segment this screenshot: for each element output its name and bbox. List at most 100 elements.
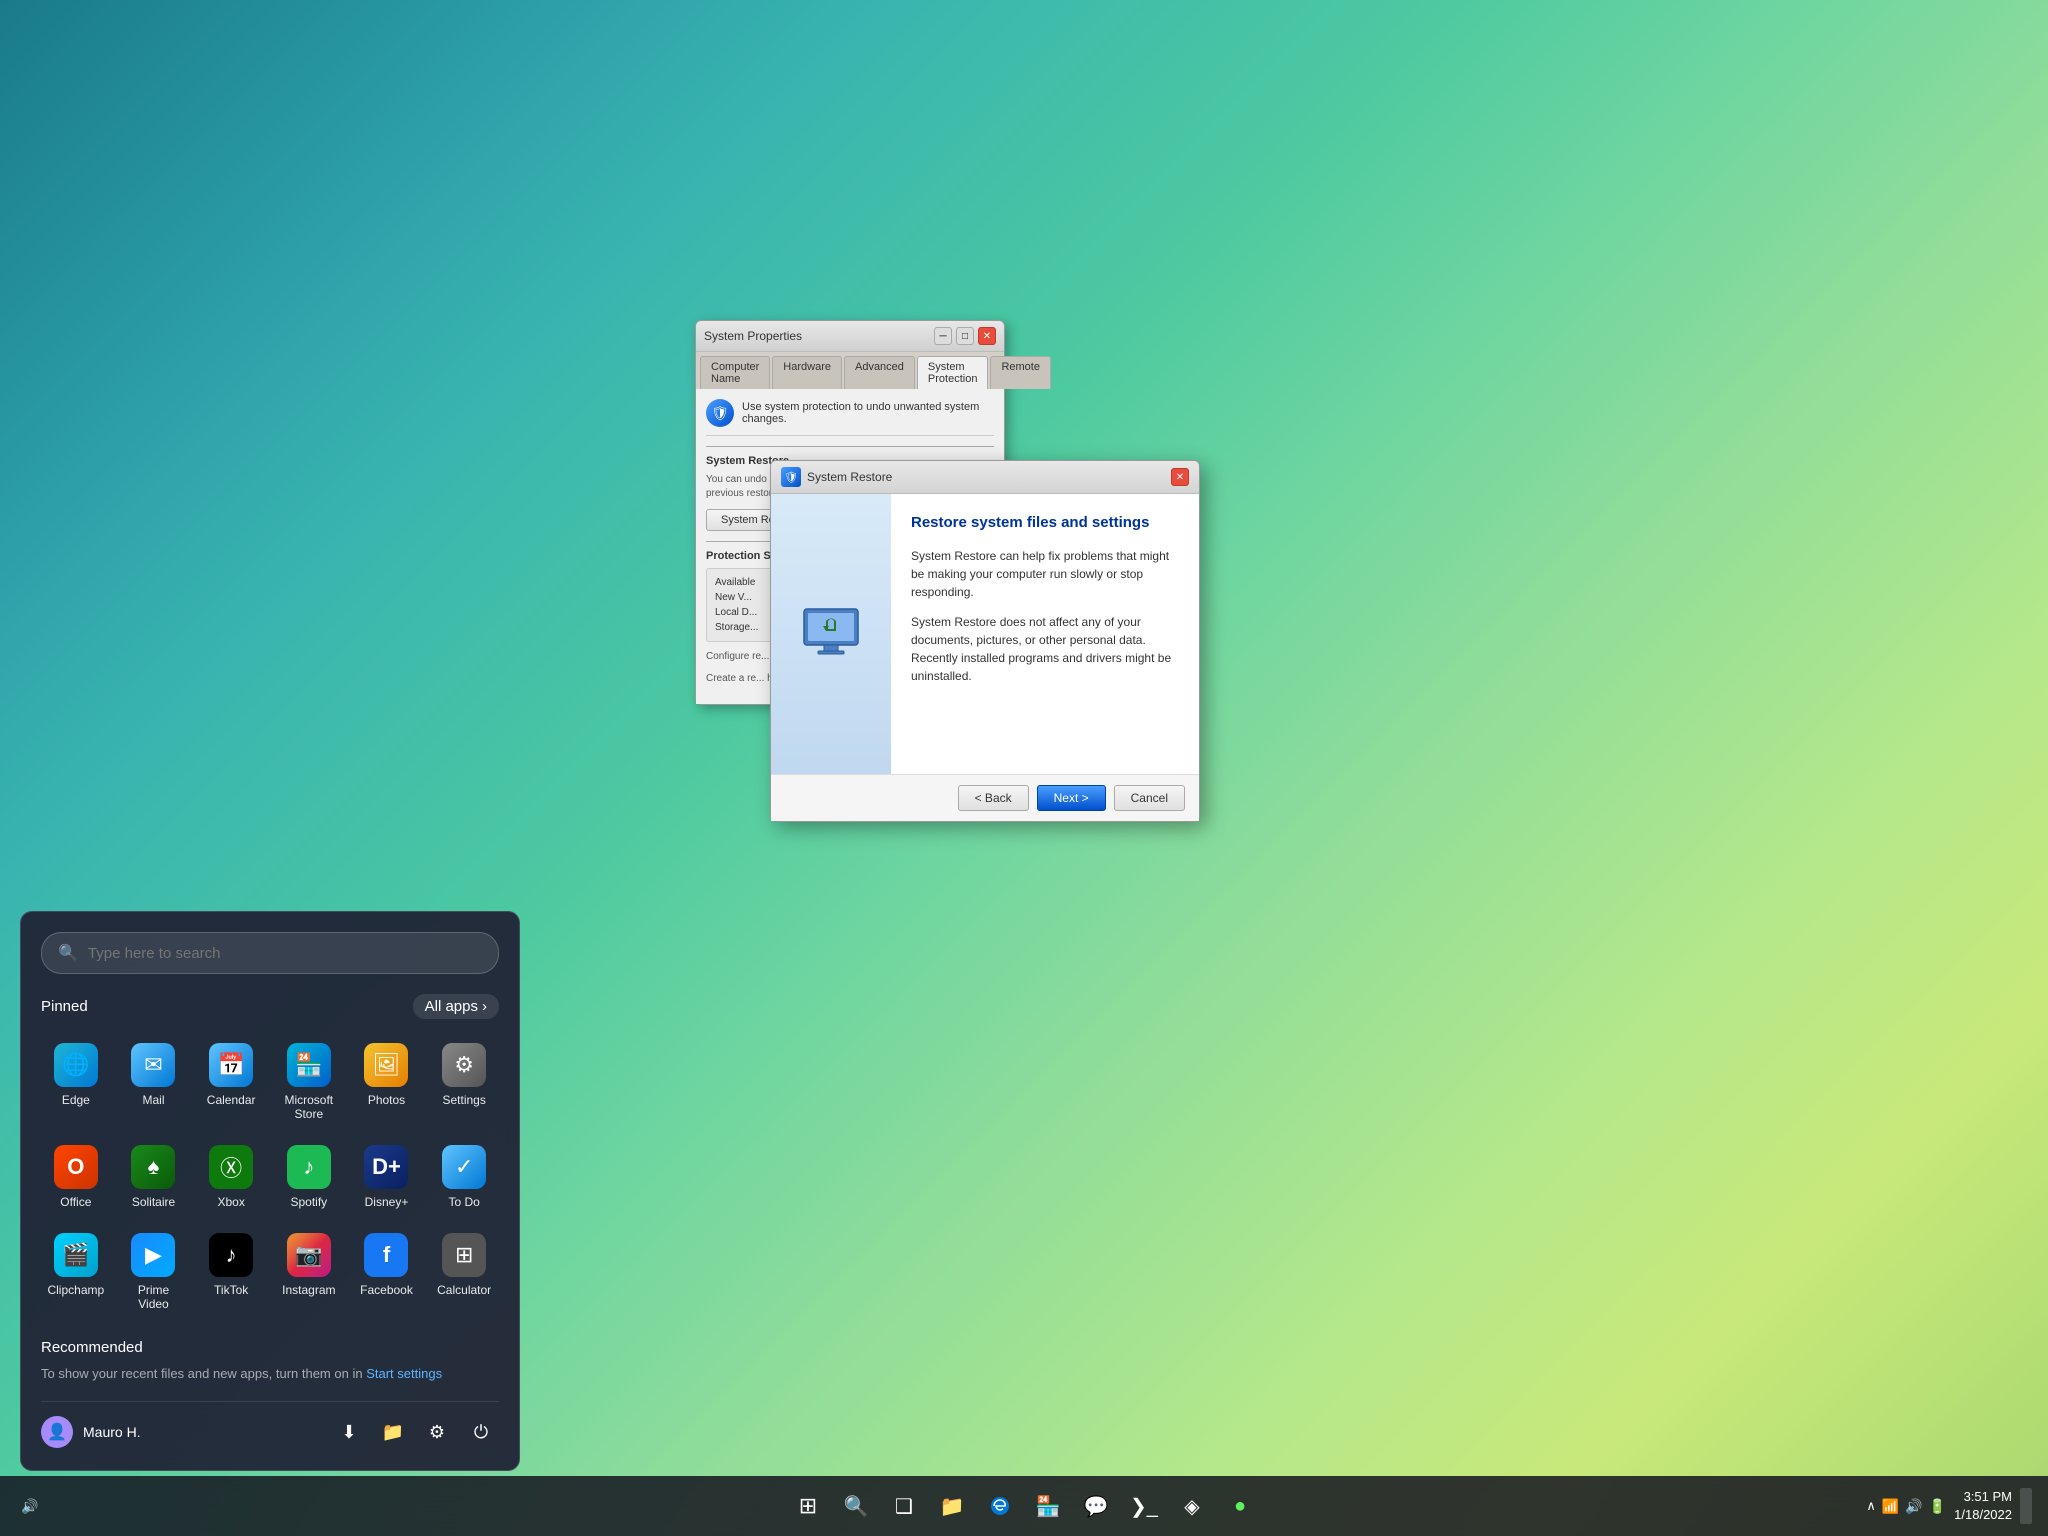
app-instagram[interactable]: 📷 Instagram [274, 1225, 344, 1319]
app-edge[interactable]: 🌐 Edge [41, 1035, 111, 1129]
chevron-up-icon[interactable]: ∧ [1866, 1498, 1876, 1514]
app-taskbar-10[interactable]: ● [1218, 1484, 1262, 1528]
settings-label: Settings [442, 1093, 485, 1107]
system-protect-description: Use system protection to undo unwanted s… [742, 401, 994, 425]
app-xbox[interactable]: Ⓧ Xbox [196, 1137, 266, 1217]
search-input[interactable] [88, 945, 482, 962]
todo-label: To Do [448, 1195, 479, 1209]
edge-label: Edge [62, 1093, 90, 1107]
app-photos[interactable]: 🖼 Photos [352, 1035, 422, 1129]
all-apps-label: All apps [425, 998, 478, 1015]
clipchamp-label: Clipchamp [47, 1283, 104, 1297]
edge-taskbar-icon[interactable] [978, 1484, 1022, 1528]
tab-hardware[interactable]: Hardware [772, 356, 842, 389]
back-button[interactable]: < Back [958, 785, 1029, 811]
system-restore-titlebar[interactable]: 🛡 System Restore ✕ [771, 461, 1199, 494]
chat-taskbar-icon[interactable]: 💬 [1074, 1484, 1118, 1528]
cancel-button[interactable]: Cancel [1114, 785, 1185, 811]
download-icon[interactable]: ⬇ [331, 1414, 367, 1450]
store-taskbar-icon[interactable]: 🏪 [1026, 1484, 1070, 1528]
prime-icon: ▶ [131, 1233, 175, 1277]
system-properties-titlebar[interactable]: System Properties ─ □ ✕ [696, 321, 1004, 352]
chevron-right-icon: › [482, 998, 487, 1015]
notification-button[interactable] [2020, 1488, 2032, 1524]
solitaire-icon: ♠ [131, 1145, 175, 1189]
battery-icon[interactable]: 🔋 [1929, 1498, 1946, 1515]
app-facebook[interactable]: f Facebook [352, 1225, 422, 1319]
recommended-label: Recommended [41, 1339, 499, 1356]
taskbar: 🔊 ⊞ 🔍 ❑ 📁 🏪 💬 ❯_ ◈ ● ∧ 📶 🔊 [0, 1476, 2048, 1536]
restore-main-title: Restore system files and settings [911, 514, 1179, 531]
restore-content: Restore system files and settings System… [771, 494, 1199, 774]
folder-icon[interactable]: 📁 [375, 1414, 411, 1450]
prime-label: Prime Video [123, 1283, 185, 1311]
disney-icon: D+ [364, 1145, 408, 1189]
store-icon: 🏪 [287, 1043, 331, 1087]
instagram-icon: 📷 [287, 1233, 331, 1277]
app-todo[interactable]: ✓ To Do [429, 1137, 499, 1217]
tab-computer-name[interactable]: Computer Name [700, 356, 770, 389]
time-date[interactable]: 3:51 PM 1/18/2022 [1954, 1488, 2012, 1524]
app-store[interactable]: 🏪 Microsoft Store [274, 1035, 344, 1129]
search-taskbar-button[interactable]: 🔍 [834, 1484, 878, 1528]
app-clipchamp[interactable]: 🎬 Clipchamp [41, 1225, 111, 1319]
tiktok-label: TikTok [214, 1283, 248, 1297]
system-properties-tabs: Computer Name Hardware Advanced System P… [696, 352, 1004, 389]
spotify-icon: ♪ [287, 1145, 331, 1189]
app-settings[interactable]: ⚙ Settings [429, 1035, 499, 1129]
app-disney[interactable]: D+ Disney+ [352, 1137, 422, 1217]
desktop: System Properties ─ □ ✕ Computer Name Ha… [0, 0, 2048, 1536]
tab-system-protection[interactable]: System Protection [917, 356, 989, 389]
app-calendar[interactable]: 📅 Calendar [196, 1035, 266, 1129]
app-solitaire[interactable]: ♠ Solitaire [119, 1137, 189, 1217]
mail-icon: ✉ [131, 1043, 175, 1087]
maximize-button[interactable]: □ [956, 327, 974, 345]
system-tray: ∧ 📶 🔊 🔋 [1866, 1498, 1946, 1515]
terminal-taskbar-icon[interactable]: ❯_ [1122, 1484, 1166, 1528]
restore-window-controls: ✕ [1171, 468, 1189, 486]
taskbar-icon-extra1[interactable]: 🔊 [8, 1484, 52, 1528]
all-apps-button[interactable]: All apps › [413, 994, 499, 1019]
close-button[interactable]: ✕ [978, 327, 996, 345]
search-bar[interactable]: 🔍 [41, 932, 499, 974]
restore-footer: < Back Next > Cancel [771, 774, 1199, 821]
restore-desc-2: System Restore does not affect any of yo… [911, 613, 1179, 685]
todo-icon: ✓ [442, 1145, 486, 1189]
tab-advanced[interactable]: Advanced [844, 356, 915, 389]
app-taskbar-9[interactable]: ◈ [1170, 1484, 1214, 1528]
shield-icon: 🛡 [706, 399, 734, 427]
app-calculator[interactable]: ⊞ Calculator [429, 1225, 499, 1319]
task-view-button[interactable]: ❑ [882, 1484, 926, 1528]
office-label: Office [60, 1195, 91, 1209]
calendar-label: Calendar [207, 1093, 256, 1107]
file-explorer-taskbar[interactable]: 📁 [930, 1484, 974, 1528]
app-mail[interactable]: ✉ Mail [119, 1035, 189, 1129]
app-spotify[interactable]: ♪ Spotify [274, 1137, 344, 1217]
power-icon[interactable]: ⏻ [463, 1414, 499, 1450]
solitaire-label: Solitaire [132, 1195, 175, 1209]
xbox-label: Xbox [217, 1195, 244, 1209]
volume-icon[interactable]: 🔊 [1905, 1498, 1922, 1515]
system-restore-window[interactable]: 🛡 System Restore ✕ [770, 460, 1200, 822]
tab-remote[interactable]: Remote [990, 356, 1051, 389]
user-info[interactable]: 👤 Mauro H. [41, 1416, 141, 1448]
facebook-label: Facebook [360, 1283, 413, 1297]
user-name: Mauro H. [83, 1424, 141, 1440]
xbox-icon: Ⓧ [209, 1145, 253, 1189]
network-icon[interactable]: 📶 [1882, 1498, 1899, 1515]
recommended-section: Recommended To show your recent files an… [41, 1339, 499, 1381]
app-tiktok[interactable]: ♪ TikTok [196, 1225, 266, 1319]
settings-footer-icon[interactable]: ⚙ [419, 1414, 455, 1450]
next-button[interactable]: Next > [1037, 785, 1106, 811]
footer-icons: ⬇ 📁 ⚙ ⏻ [331, 1414, 499, 1450]
restore-close-button[interactable]: ✕ [1171, 468, 1189, 486]
date-display: 1/18/2022 [1954, 1506, 2012, 1524]
app-office[interactable]: O Office [41, 1137, 111, 1217]
start-settings-link[interactable]: Start settings [366, 1366, 442, 1381]
app-prime[interactable]: ▶ Prime Video [119, 1225, 189, 1319]
start-menu-footer: 👤 Mauro H. ⬇ 📁 ⚙ ⏻ [41, 1401, 499, 1450]
start-button[interactable]: ⊞ [786, 1484, 830, 1528]
store-label: Microsoft Store [278, 1093, 340, 1121]
minimize-button[interactable]: ─ [934, 327, 952, 345]
pinned-header: Pinned All apps › [41, 994, 499, 1019]
